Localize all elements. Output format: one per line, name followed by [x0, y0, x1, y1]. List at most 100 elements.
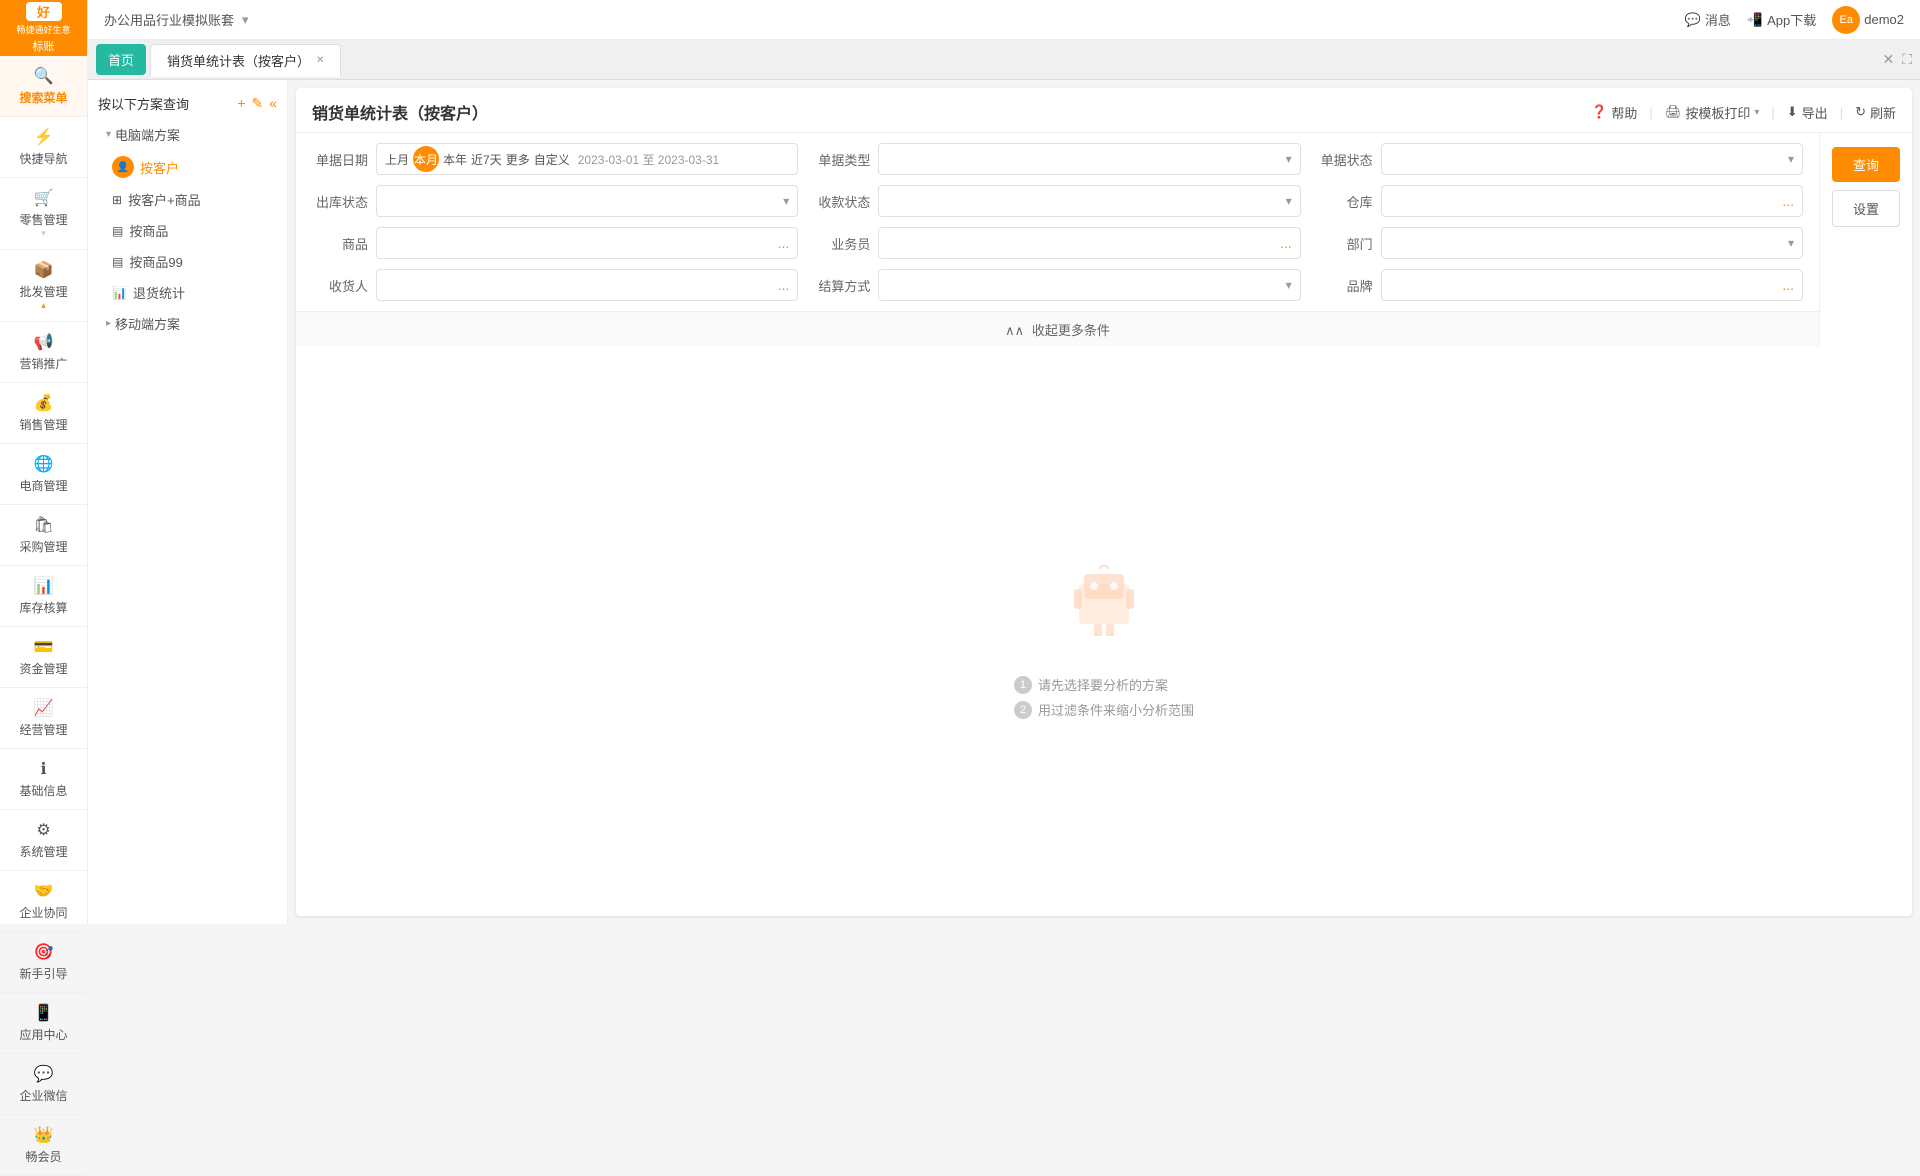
doc-type-chevron: ▾ [1286, 152, 1292, 166]
sidebar-item-wechat[interactable]: 💬 企业微信 [0, 1054, 87, 1115]
filter-form: 单据日期 上月 本月 本年 近7天 更多 自定义 2023-03-01 至 20… [296, 133, 1819, 347]
sidebar-item-newbie[interactable]: 🎯 新手引导 [0, 932, 87, 993]
hint-text-2: 用过滤条件来缩小分析范围 [1038, 700, 1194, 719]
out-status-label: 出库状态 [312, 192, 376, 211]
active-indicator: 👤 [112, 156, 134, 178]
sidebar-item-system[interactable]: ⚙ 系统管理 [0, 810, 87, 871]
settlement-select[interactable]: ▾ [878, 269, 1300, 301]
page-title: 销货单统计表（按客户） [312, 100, 488, 124]
department-group: 部门 ▾ [1317, 227, 1803, 259]
warehouse-group: 仓库 ... [1317, 185, 1803, 217]
doc-status-select[interactable]: ▾ [1381, 143, 1803, 175]
user-name: demo2 [1864, 12, 1904, 27]
tab-home-label: 首页 [108, 50, 134, 69]
salesperson-select[interactable]: ... [878, 227, 1300, 259]
empty-hint-2: 2 用过滤条件来缩小分析范围 [1014, 700, 1194, 719]
sidebar-item-ecommerce[interactable]: 🌐 电商管理 [0, 444, 87, 505]
warehouse-select[interactable]: ... [1381, 185, 1803, 217]
out-status-select[interactable]: ▾ [376, 185, 798, 217]
desktop-section-title[interactable]: ▾ 电脑端方案 [96, 119, 287, 150]
newbie-icon: 🎯 [34, 942, 54, 962]
retail-icon: 🛒 [34, 188, 54, 208]
settings-button[interactable]: 设置 [1832, 190, 1900, 227]
receipt-status-select[interactable]: ▾ [878, 185, 1300, 217]
product-icon: ▤ [112, 224, 123, 238]
scheme-customer-product[interactable]: ⊞ 按客户+商品 [96, 184, 287, 215]
sidebar-item-basic[interactable]: ℹ 基础信息 [0, 749, 87, 810]
basic-icon: ℹ [40, 759, 46, 779]
sidebar-item-member[interactable]: 👑 畅会员 [0, 1115, 87, 1176]
tab-home[interactable]: 首页 [96, 44, 146, 75]
sidebar-item-purchase[interactable]: 🛍 采购管理 [0, 505, 87, 566]
refresh-button[interactable]: ↻ 刷新 [1855, 103, 1896, 122]
collapse-more-button[interactable]: ∧∧ 收起更多条件 [296, 311, 1819, 347]
maximize-window-icon[interactable]: ⛶ [1902, 51, 1912, 68]
product-select[interactable]: ... [376, 227, 798, 259]
date-7days[interactable]: 近7天 [471, 151, 502, 168]
sidebar: 好 畅捷通好生意 标账 🔍 搜索菜单 ⚡ 快捷导航 🛒 零售管理 ▾ 📦 批发管… [0, 0, 88, 924]
scheme-return-stats[interactable]: 📊 退货统计 [96, 277, 287, 308]
sidebar-item-marketing[interactable]: 📢 营销推广 [0, 322, 87, 383]
date-prev-month[interactable]: 上月 [385, 151, 409, 168]
ecommerce-icon: 🌐 [34, 454, 54, 474]
help-button[interactable]: ❓ 帮助 [1591, 103, 1637, 122]
close-window-icon[interactable]: ✕ [1882, 51, 1894, 68]
divider1: | [1649, 105, 1652, 120]
print-button[interactable]: 🖨 按模板打印 ▾ [1665, 103, 1760, 122]
dropdown-icon[interactable]: ▾ [242, 12, 249, 28]
sidebar-item-newbie-label: 新手引导 [19, 965, 67, 982]
doc-type-select[interactable]: ▾ [878, 143, 1300, 175]
department-select[interactable]: ▾ [1381, 227, 1803, 259]
receipt-status-group: 收款状态 ▾ [814, 185, 1300, 217]
brand-group: 品牌 ... [1317, 269, 1803, 301]
filter-container: 单据日期 上月 本月 本年 近7天 更多 自定义 2023-03-01 至 20… [296, 133, 1912, 347]
scheme-by-product[interactable]: ▤ 按商品 [96, 215, 287, 246]
sidebar-item-operation[interactable]: 📈 经营管理 [0, 688, 87, 749]
date-this-year[interactable]: 本年 [443, 151, 467, 168]
tab-close-icon[interactable]: ✕ [316, 55, 324, 66]
receiver-select[interactable]: ... [376, 269, 798, 301]
date-filter-control[interactable]: 上月 本月 本年 近7天 更多 自定义 2023-03-01 至 2023-03… [376, 143, 798, 175]
logo-text: 好 [37, 2, 50, 21]
logo-label: 标账 [33, 38, 55, 54]
tab-active[interactable]: 销货单统计表（按客户） ✕ [150, 44, 341, 77]
divider3: | [1840, 105, 1843, 120]
message-button[interactable]: 💬 消息 [1685, 10, 1731, 29]
sidebar-item-search-label: 搜索菜单 [19, 89, 67, 106]
sidebar-item-apps[interactable]: 📱 应用中心 [0, 993, 87, 1054]
app-download-icon: 📲 [1747, 12, 1763, 28]
collapse-panel-icon[interactable]: « [269, 95, 277, 112]
sidebar-item-wholesale[interactable]: 📦 批发管理 ▴ [0, 250, 87, 322]
query-button[interactable]: 查询 [1832, 147, 1900, 182]
sidebar-item-ecommerce-label: 电商管理 [19, 477, 67, 494]
out-status-group: 出库状态 ▾ [312, 185, 798, 217]
mobile-section-label: 移动端方案 [115, 314, 180, 333]
sidebar-item-enterprise[interactable]: 🤝 企业协同 [0, 871, 87, 932]
mobile-section-title[interactable]: ▸ 移动端方案 [96, 308, 287, 339]
wechat-icon: 💬 [34, 1064, 54, 1084]
sidebar-item-inventory[interactable]: 📊 库存核算 [0, 566, 87, 627]
edit-scheme-icon[interactable]: ✎ [251, 95, 263, 112]
sidebar-item-shortcuts[interactable]: ⚡ 快捷导航 [0, 117, 87, 178]
sidebar-item-finance[interactable]: 💳 资金管理 [0, 627, 87, 688]
scheme-by-product99[interactable]: ▤ 按商品99 [96, 246, 287, 277]
date-custom[interactable]: 自定义 [534, 151, 570, 168]
settlement-group: 结算方式 ▾ [814, 269, 1300, 301]
date-current-month[interactable]: 本月 [413, 146, 439, 172]
topbar: 办公用品行业模拟账套 ▾ 💬 消息 📲 App下载 Ea demo2 [88, 0, 1920, 40]
user-menu[interactable]: Ea demo2 [1832, 6, 1904, 34]
sidebar-item-sales[interactable]: 💰 销售管理 [0, 383, 87, 444]
add-scheme-icon[interactable]: + [237, 95, 245, 112]
scheme-by-customer[interactable]: 👤 按客户 [96, 150, 287, 184]
sidebar-item-retail[interactable]: 🛒 零售管理 ▾ [0, 178, 87, 250]
date-more[interactable]: 更多 [506, 151, 530, 168]
brand-select[interactable]: ... [1381, 269, 1803, 301]
export-button[interactable]: ⬇ 导出 [1787, 103, 1828, 122]
sidebar-item-purchase-label: 采购管理 [19, 538, 67, 555]
doc-status-chevron: ▾ [1788, 152, 1794, 166]
product-label: 商品 [312, 234, 376, 253]
sidebar-item-search[interactable]: 🔍 搜索菜单 [0, 56, 87, 117]
app-download-button[interactable]: 📲 App下载 [1747, 10, 1816, 29]
sidebar-item-member-label: 畅会员 [25, 1148, 61, 1165]
receiver-label: 收货人 [312, 276, 376, 295]
